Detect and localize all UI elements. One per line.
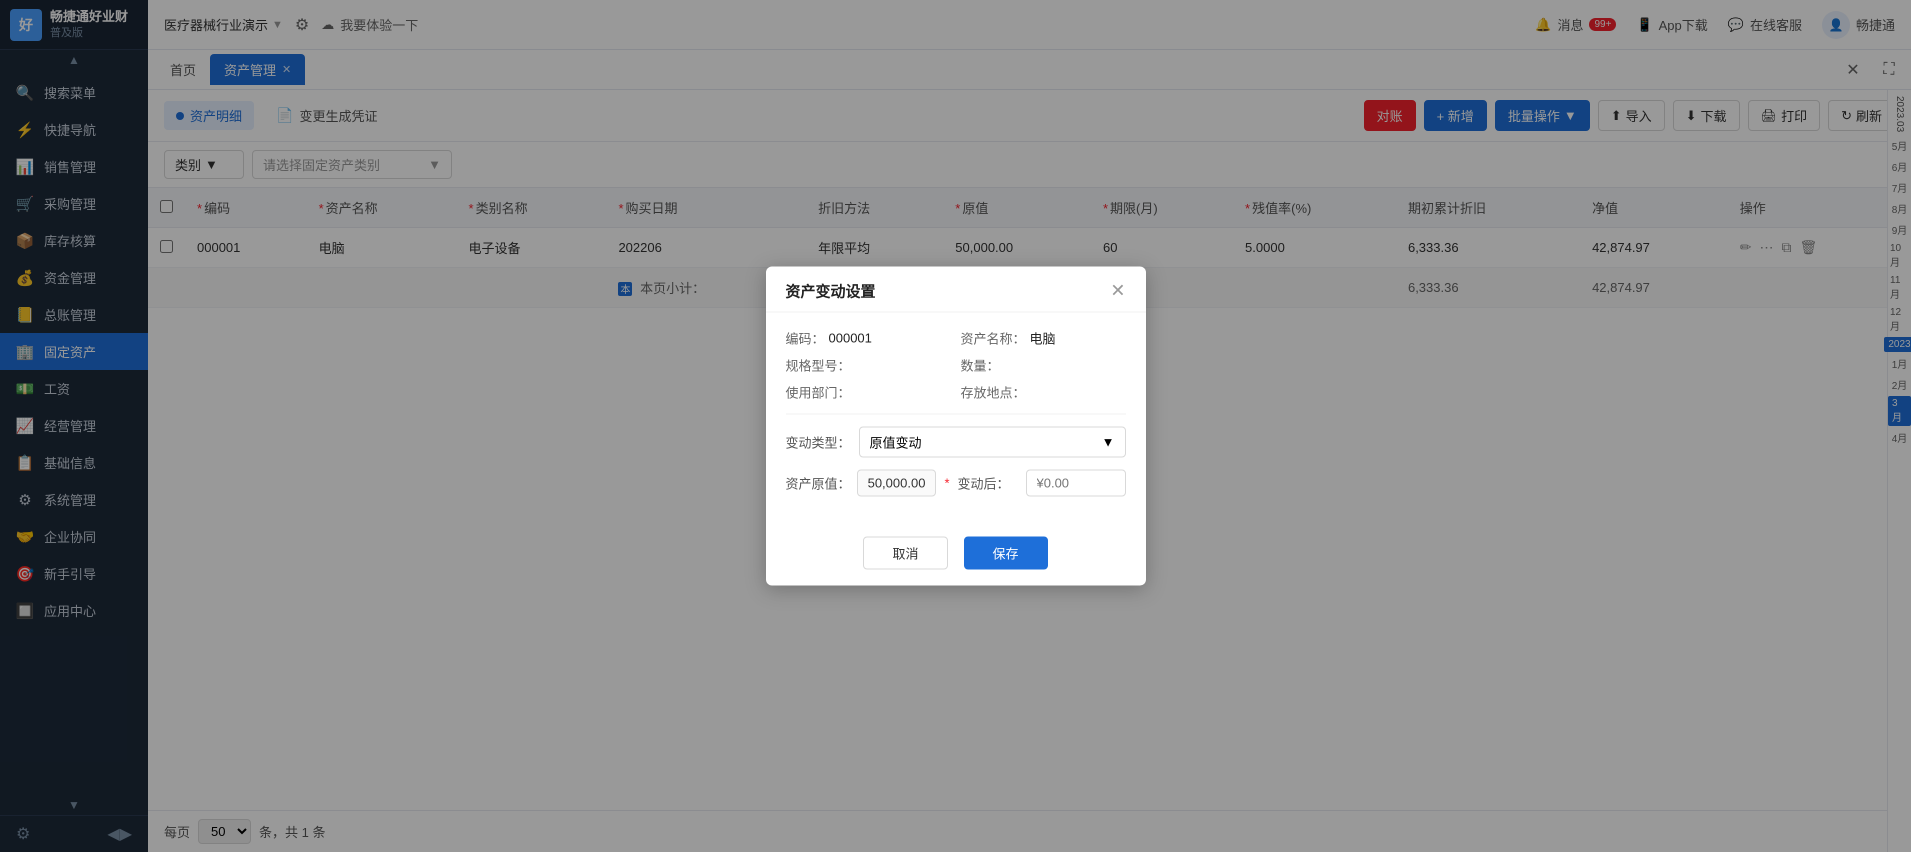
dialog-department-item: 使用部门：	[786, 383, 951, 402]
dialog-body: 编码： 000001 资产名称： 电脑 规格型号： 数量： 使用部门： 存放地点…	[766, 313, 1146, 525]
dialog-asset-name-value: 电脑	[1030, 329, 1056, 348]
asset-change-dialog: 资产变动设置 ✕ 编码： 000001 资产名称： 电脑 规格型号： 数量： 使…	[766, 267, 1146, 586]
dialog-divider	[786, 414, 1126, 415]
dialog-asset-name-item: 资产名称： 电脑	[961, 329, 1126, 348]
change-type-row: 变动类型： 原值变动 ▼	[786, 427, 1126, 458]
save-button[interactable]: 保存	[964, 537, 1048, 570]
dialog-spec-item: 规格型号：	[786, 356, 951, 375]
dialog-code-item: 编码： 000001	[786, 329, 951, 348]
required-star-after: *	[944, 476, 949, 491]
dialog-spec-label: 规格型号：	[786, 356, 851, 375]
cancel-button[interactable]: 取消	[863, 537, 947, 570]
dialog-storage-item: 存放地点：	[961, 383, 1126, 402]
dialog-close-icon[interactable]: ✕	[1110, 281, 1125, 302]
dialog-info-grid: 编码： 000001 资产名称： 电脑 规格型号： 数量： 使用部门： 存放地点…	[786, 329, 1126, 402]
dialog-footer: 取消 保存	[766, 525, 1146, 586]
after-change-label: 变动后：	[958, 474, 1018, 493]
change-type-arrow-icon: ▼	[1102, 435, 1115, 450]
asset-original-label: 资产原值：	[786, 474, 849, 493]
change-type-label: 变动类型：	[786, 433, 851, 452]
dialog-quantity-label: 数量：	[961, 356, 1000, 375]
after-change-input[interactable]	[1026, 470, 1126, 497]
change-type-select[interactable]: 原值变动 ▼	[859, 427, 1126, 458]
dialog-quantity-item: 数量：	[961, 356, 1126, 375]
dialog-code-value: 000001	[829, 331, 872, 346]
dialog-asset-name-label: 资产名称：	[961, 329, 1026, 348]
dialog-title: 资产变动设置	[786, 281, 876, 302]
asset-value-row: 资产原值： 50,000.00 * 变动后：	[786, 470, 1126, 497]
dialog-department-label: 使用部门：	[786, 383, 851, 402]
asset-original-value-display: 50,000.00	[857, 470, 937, 497]
dialog-code-label: 编码：	[786, 329, 825, 348]
dialog-header: 资产变动设置 ✕	[766, 267, 1146, 313]
change-type-value: 原值变动	[870, 433, 922, 452]
dialog-storage-label: 存放地点：	[961, 383, 1026, 402]
